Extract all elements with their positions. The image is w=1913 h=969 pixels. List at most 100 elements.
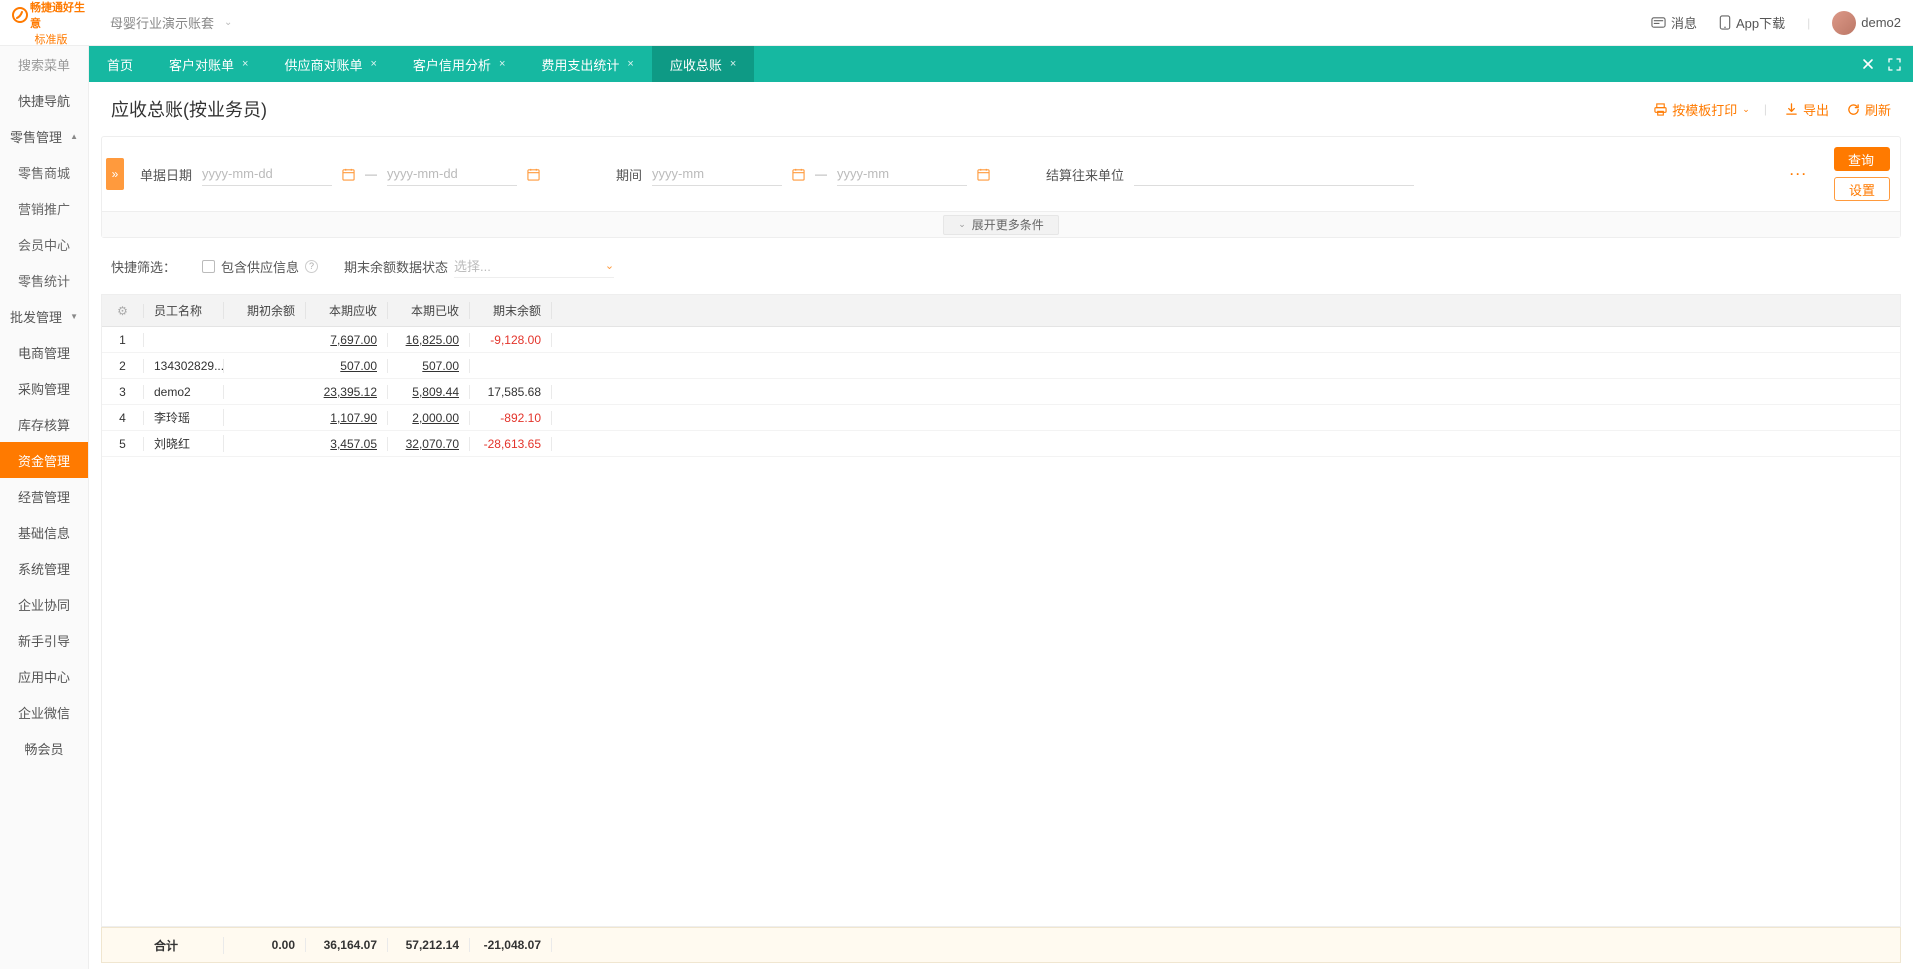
include-supply-label: 包含供应信息 [221,257,299,276]
tab[interactable]: 费用支出统计× [523,46,651,82]
col-employee: 员工名称 [144,302,224,319]
sidebar-item[interactable]: 批发管理▼ [0,298,88,334]
table-row[interactable]: 2134302829...507.00507.00 [102,353,1900,379]
include-supply-checkbox[interactable] [202,260,215,273]
sidebar-item[interactable]: 会员中心 [0,226,88,262]
logo-subtitle: 标准版 [35,31,68,47]
logo: 畅捷通好生意 标准版 [12,0,90,47]
print-label: 按模板打印 [1672,100,1737,119]
table-total-row: 合计 0.00 36,164.07 57,212.14 -21,048.07 [101,927,1901,963]
tab[interactable]: 客户信用分析× [395,46,523,82]
quick-filter-label: 快捷筛选： [111,257,176,276]
topbar: 畅捷通好生意 标准版 母婴行业演示账套 ⌄ 消息 App下载 | [0,0,1913,46]
sidebar-item[interactable]: 快捷导航 [0,82,88,118]
bill-date-from-input[interactable] [202,162,332,186]
calendar-icon[interactable] [527,168,540,181]
close-icon[interactable]: × [499,58,505,70]
chevron-down-icon: ⌄ [605,259,614,272]
caret-icon: ▲ [70,132,78,141]
refresh-button[interactable]: 刷新 [1847,100,1891,119]
settlement-unit-input[interactable] [1134,162,1414,186]
page-title: 应收总账(按业务员) [111,96,267,122]
chevron-down-icon: ⌄ [1742,104,1750,115]
sidebar-item[interactable]: 电商管理 [0,334,88,370]
print-button[interactable]: 按模板打印 ⌄ [1654,100,1750,119]
sidebar-search[interactable]: 搜索菜单 [0,46,88,82]
calendar-icon[interactable] [977,168,990,181]
bill-date-to-input[interactable] [387,162,517,186]
table-row[interactable]: 4李玲瑶1,107.902,000.00-892.10 [102,405,1900,431]
query-button[interactable]: 查询 [1834,147,1890,171]
table-row[interactable]: 5刘晓红3,457.0532,070.70-28,613.65 [102,431,1900,457]
filter-panel: » 单据日期 — [101,136,1901,238]
messages-label: 消息 [1671,13,1697,32]
sidebar-item[interactable]: 新手引导 [0,622,88,658]
sidebar-item[interactable]: 畅会员 [0,730,88,766]
user-menu[interactable]: demo2 [1832,11,1901,35]
tab[interactable]: 客户对账单× [151,46,266,82]
phone-icon [1719,15,1731,30]
col-receivable: 本期应收 [306,302,388,319]
sidebar-item[interactable]: 经营管理 [0,478,88,514]
sidebar-item[interactable]: 库存核算 [0,406,88,442]
messages-link[interactable]: 消息 [1651,13,1697,32]
caret-icon: ▼ [70,312,78,321]
page-header: 应收总账(按业务员) 按模板打印 ⌄ | 导出 [89,82,1913,136]
sidebar-item[interactable]: 基础信息 [0,514,88,550]
tab[interactable]: 供应商对账单× [266,46,394,82]
sidebar-item[interactable]: 零售统计 [0,262,88,298]
app-download-link[interactable]: App下载 [1719,13,1785,32]
sidebar-item[interactable]: 营销推广 [0,190,88,226]
total-opening: 0.00 [224,938,306,952]
balance-status-label: 期末余额数据状态 [344,257,448,276]
close-icon[interactable]: × [242,58,248,70]
calendar-icon[interactable] [792,168,805,181]
table-row[interactable]: 17,697.0016,825.00-9,128.00 [102,327,1900,353]
sidebar-item[interactable]: 应用中心 [0,658,88,694]
expand-filters-button[interactable]: ⌄ 展开更多条件 [943,215,1059,235]
data-table: ⚙ 员工名称 期初余额 本期应收 本期已收 期末余额 17,697.0016,8… [101,294,1901,927]
sidebar: 搜索菜单快捷导航零售管理▲零售商城营销推广会员中心零售统计批发管理▼电商管理采购… [0,46,89,969]
table-row[interactable]: 3demo223,395.125,809.4417,585.68 [102,379,1900,405]
dash: — [815,167,827,181]
tab[interactable]: 首页 [89,46,151,82]
print-icon [1654,103,1667,116]
account-select[interactable]: 母婴行业演示账套 ⌄ [110,13,232,32]
tab[interactable]: 应收总账× [652,46,754,82]
more-filters-button[interactable]: ··· [1790,167,1808,181]
sidebar-item[interactable]: 企业微信 [0,694,88,730]
fullscreen-icon[interactable] [1888,58,1901,71]
sidebar-item[interactable]: 零售管理▲ [0,118,88,154]
sidebar-item[interactable]: 系统管理 [0,550,88,586]
calendar-icon[interactable] [342,168,355,181]
sidebar-item[interactable]: 企业协同 [0,586,88,622]
export-label: 导出 [1803,100,1829,119]
col-received: 本期已收 [388,302,470,319]
sidebar-item[interactable]: 零售商城 [0,154,88,190]
export-icon [1785,103,1798,116]
sidebar-item[interactable]: 采购管理 [0,370,88,406]
gear-icon[interactable]: ⚙ [117,304,128,318]
account-name: 母婴行业演示账套 [110,13,214,32]
close-icon[interactable]: × [370,58,376,70]
collapse-filter-button[interactable]: » [106,158,124,190]
total-label: 合计 [144,937,224,954]
close-all-icon[interactable] [1862,58,1874,70]
settings-button[interactable]: 设置 [1834,177,1890,201]
refresh-icon [1847,103,1860,116]
total-ending: -21,048.07 [470,938,552,952]
sidebar-item[interactable]: 资金管理 [0,442,88,478]
export-button[interactable]: 导出 [1785,100,1829,119]
avatar [1832,11,1856,35]
close-icon[interactable]: × [627,58,633,70]
help-icon[interactable]: ? [305,260,318,273]
bill-date-label: 单据日期 [140,165,192,184]
logo-text: 畅捷通好生意 [30,0,90,31]
balance-status-select[interactable]: 选择... ⌄ [454,254,614,278]
message-icon [1651,15,1666,30]
close-icon[interactable]: × [730,58,736,70]
period-from-input[interactable] [652,162,782,186]
col-ending: 期末余额 [470,302,552,319]
tabs: 首页客户对账单×供应商对账单×客户信用分析×费用支出统计×应收总账× [89,46,1913,82]
period-to-input[interactable] [837,162,967,186]
